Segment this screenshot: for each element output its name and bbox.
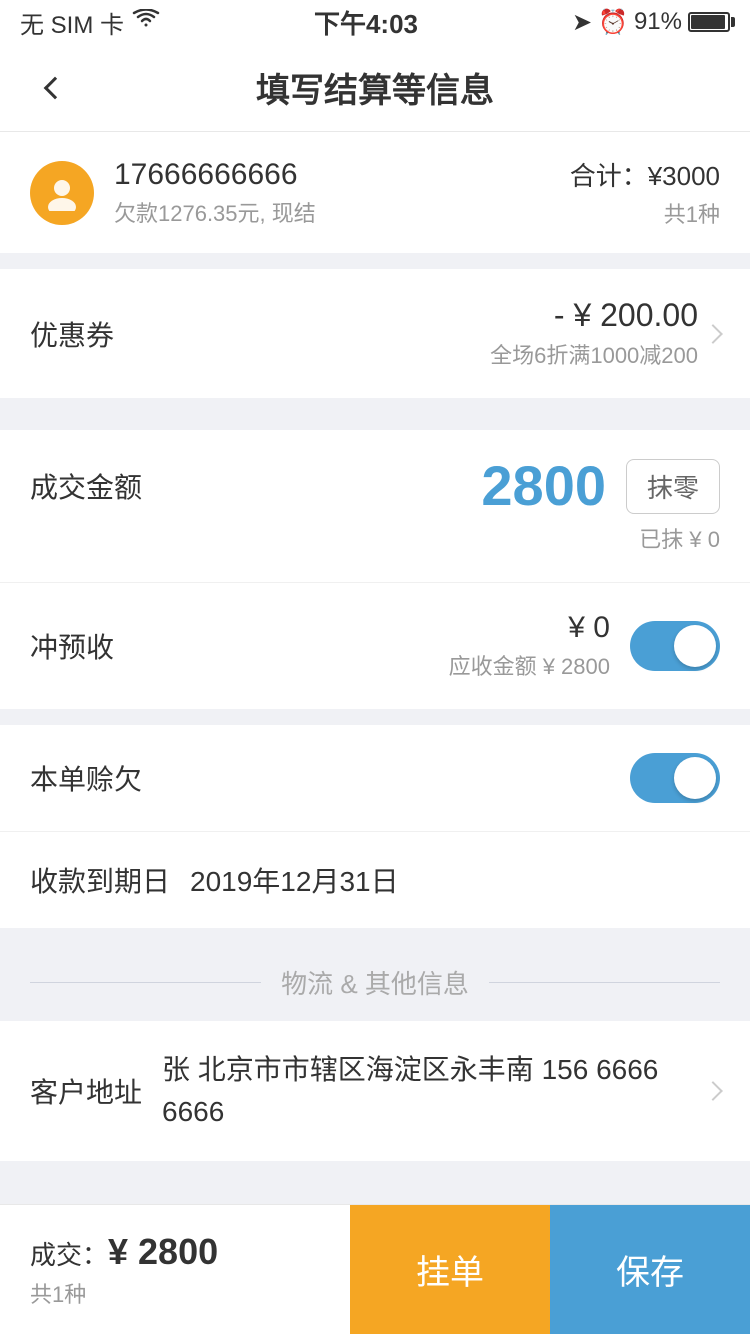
hang-button[interactable]: 挂单 bbox=[350, 1205, 550, 1334]
duedate-label: 收款到期日 bbox=[30, 860, 170, 900]
divider-1 bbox=[0, 414, 750, 430]
deal-amount: 2800 bbox=[481, 458, 606, 514]
location-icon: ➤ bbox=[572, 8, 592, 37]
address-label: 客户地址 bbox=[30, 1071, 142, 1111]
user-debt: 欠款1276.35元, 现结 bbox=[114, 196, 316, 228]
user-phone: 17666666666 bbox=[114, 158, 316, 192]
battery-icon bbox=[688, 12, 730, 32]
prepaid-label: 冲预收 bbox=[30, 626, 114, 666]
page-title: 填写结算等信息 bbox=[80, 63, 670, 112]
coupon-section[interactable]: 优惠券 - ¥ 200.00 全场6折满1000减200 bbox=[0, 269, 750, 398]
deal-section: 成交金额 2800 抹零 已抹 ¥ 0 bbox=[0, 430, 750, 582]
address-section[interactable]: 客户地址 张 北京市市辖区海淀区永丰南 156 6666 6666 bbox=[0, 1021, 750, 1161]
bottom-bar: 成交：¥ 2800 共1种 挂单 保存 bbox=[0, 1204, 750, 1334]
arrears-section: 本单赊欠 bbox=[0, 725, 750, 831]
coupon-desc: 全场6折满1000减200 bbox=[490, 338, 698, 370]
total-count: 共1种 bbox=[570, 197, 720, 229]
status-left: 无 SIM 卡 bbox=[20, 5, 160, 40]
logistics-label: 物流 & 其他信息 bbox=[261, 964, 489, 1001]
alarm-icon: ⏰ bbox=[598, 8, 628, 37]
sim-status: 无 SIM 卡 bbox=[20, 5, 124, 40]
logistics-divider: 物流 & 其他信息 bbox=[0, 944, 750, 1021]
address-chevron-icon bbox=[703, 1081, 723, 1101]
avatar bbox=[30, 161, 94, 225]
battery-percent: 91% bbox=[634, 8, 682, 36]
bottom-count: 共1种 bbox=[30, 1277, 320, 1309]
header: 填写结算等信息 bbox=[0, 44, 750, 132]
duedate-section: 收款到期日 2019年12月31日 bbox=[0, 831, 750, 928]
prepaid-section: 冲预收 ¥ 0 应收金额 ¥ 2800 bbox=[0, 582, 750, 709]
bottom-deal-amount: ¥ 2800 bbox=[108, 1231, 218, 1272]
divider-line-left bbox=[30, 982, 261, 983]
coupon-discount: - ¥ 200.00 bbox=[490, 297, 698, 334]
back-arrow-icon bbox=[44, 76, 67, 99]
toggle-knob bbox=[674, 625, 716, 667]
duedate-value: 2019年12月31日 bbox=[190, 860, 399, 900]
bottom-deal-prefix: 成交： bbox=[30, 1240, 108, 1270]
divider-2 bbox=[0, 709, 750, 725]
content: 17666666666 欠款1276.35元, 现结 合计：¥3000 共1种 … bbox=[0, 132, 750, 1291]
address-value: 张 北京市市辖区海淀区永丰南 156 6666 6666 bbox=[162, 1049, 698, 1133]
back-button[interactable] bbox=[30, 63, 80, 113]
chevron-right-icon bbox=[703, 324, 723, 344]
user-section: 17666666666 欠款1276.35元, 现结 合计：¥3000 共1种 bbox=[0, 132, 750, 253]
prepaid-amount: ¥ 0 bbox=[449, 611, 610, 645]
bottom-deal-row: 成交：¥ 2800 bbox=[30, 1231, 320, 1273]
coupon-label: 优惠券 bbox=[30, 314, 114, 354]
status-bar: 无 SIM 卡 下午4:03 ➤ ⏰ 91% bbox=[0, 0, 750, 44]
arrears-toggle-knob bbox=[674, 757, 716, 799]
arrears-toggle[interactable] bbox=[630, 753, 720, 803]
total-label: 合计：¥3000 bbox=[570, 156, 720, 193]
prepaid-toggle[interactable] bbox=[630, 621, 720, 671]
wifi-icon bbox=[132, 8, 160, 36]
deal-sub: 已抹 ¥ 0 bbox=[30, 522, 720, 554]
deal-label: 成交金额 bbox=[30, 466, 142, 506]
divider-line-right bbox=[489, 982, 720, 983]
bottom-summary: 成交：¥ 2800 共1种 bbox=[0, 1231, 350, 1309]
status-time: 下午4:03 bbox=[314, 4, 418, 41]
status-right: ➤ ⏰ 91% bbox=[572, 8, 730, 37]
arrears-duedate-card: 本单赊欠 收款到期日 2019年12月31日 bbox=[0, 725, 750, 928]
save-button[interactable]: 保存 bbox=[550, 1205, 750, 1334]
deal-prepaid-card: 成交金额 2800 抹零 已抹 ¥ 0 冲预收 ¥ 0 应收金额 ¥ 2800 bbox=[0, 430, 750, 709]
prepaid-sub: 应收金额 ¥ 2800 bbox=[449, 649, 610, 681]
round-button[interactable]: 抹零 bbox=[626, 459, 720, 514]
arrears-label: 本单赊欠 bbox=[30, 758, 142, 798]
